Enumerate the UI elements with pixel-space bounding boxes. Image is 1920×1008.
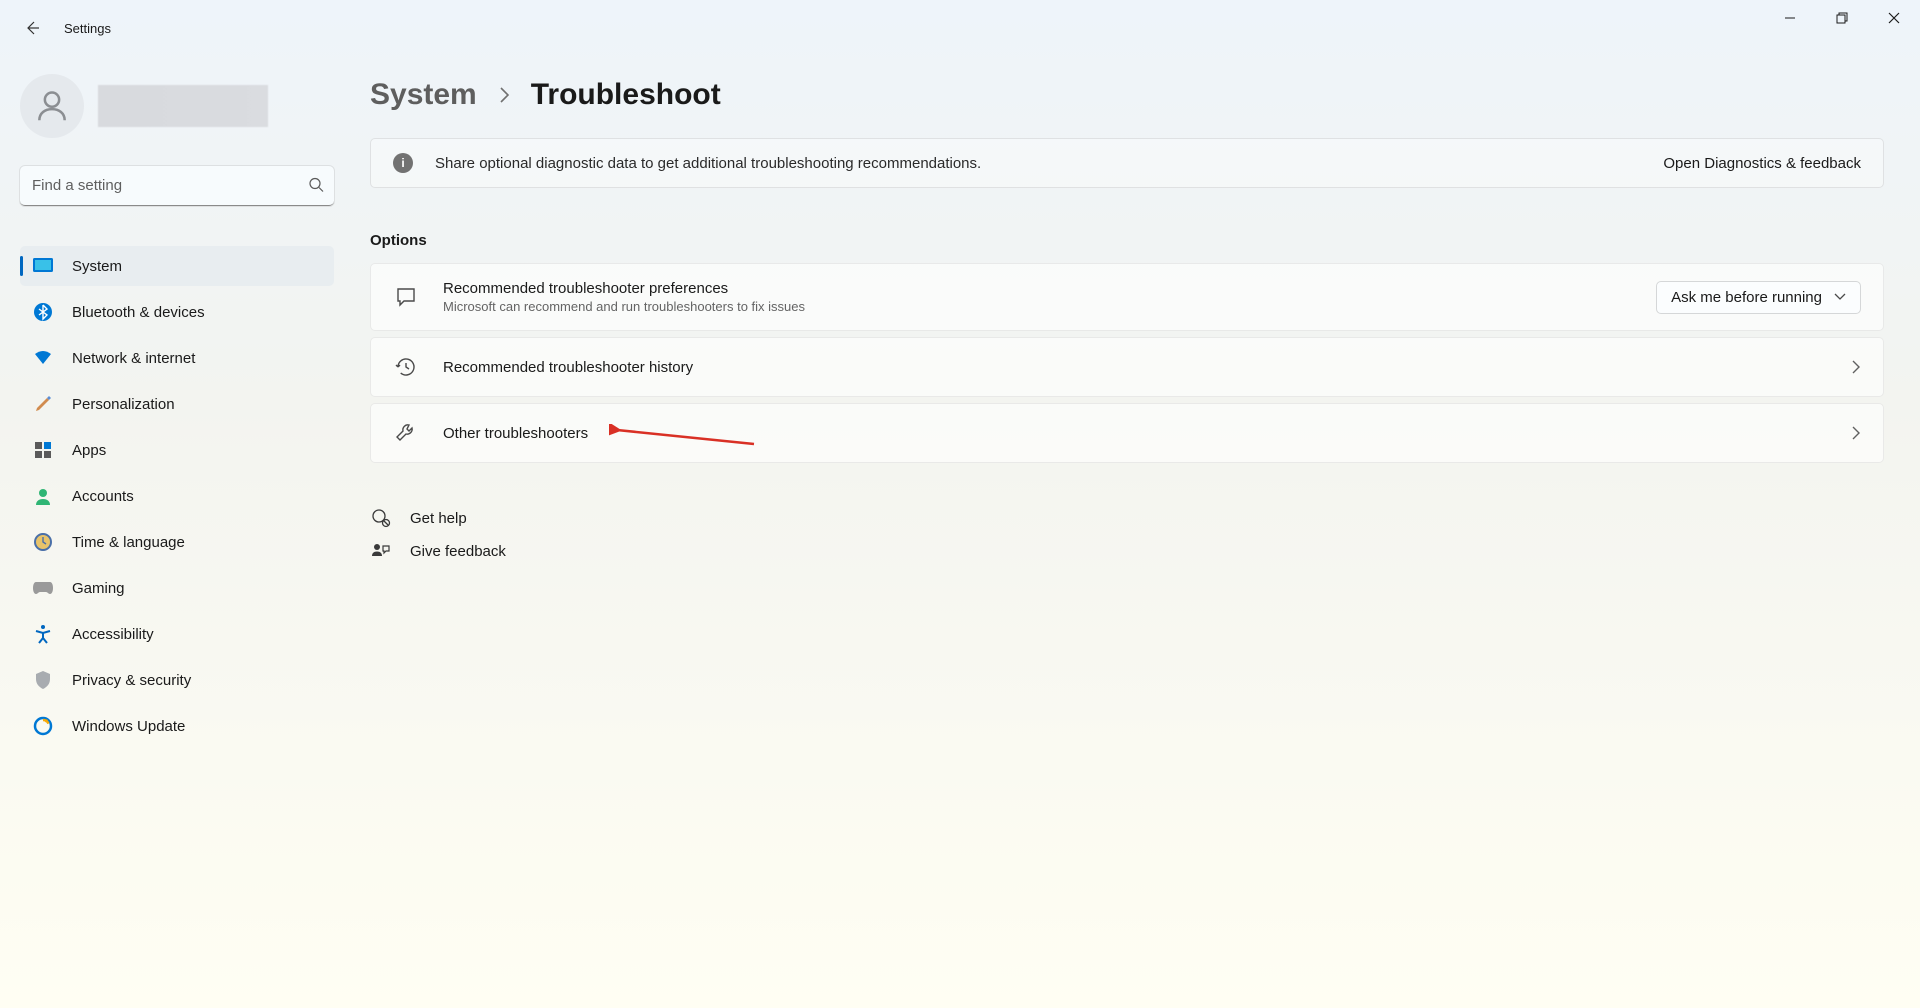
sidebar-item-label: Apps (72, 442, 106, 459)
accessibility-icon (32, 623, 54, 645)
open-diagnostics-link[interactable]: Open Diagnostics & feedback (1663, 155, 1861, 172)
user-name-redacted (98, 85, 268, 127)
system-icon (32, 255, 54, 277)
shield-icon (32, 669, 54, 691)
link-label: Get help (410, 510, 467, 527)
chevron-right-icon (1851, 425, 1861, 441)
sidebar-item-apps[interactable]: Apps (20, 430, 334, 470)
back-button[interactable] (8, 4, 56, 52)
search-icon (308, 177, 324, 196)
wrench-icon (393, 420, 419, 446)
minimize-button[interactable] (1764, 0, 1816, 36)
breadcrumb-current: Troubleshoot (531, 78, 721, 112)
sidebar-item-network[interactable]: Network & internet (20, 338, 334, 378)
bluetooth-icon (32, 301, 54, 323)
sidebar-item-label: Gaming (72, 580, 125, 597)
close-button[interactable] (1868, 0, 1920, 36)
history-icon (393, 354, 419, 380)
breadcrumb: System Troubleshoot (370, 78, 1884, 112)
section-title-options: Options (370, 232, 1884, 249)
card-title: Other troubleshooters (443, 425, 1851, 442)
sidebar-item-label: Time & language (72, 534, 185, 551)
breadcrumb-parent[interactable]: System (370, 78, 477, 112)
clock-globe-icon (32, 531, 54, 553)
maximize-button[interactable] (1816, 0, 1868, 36)
sidebar-item-privacy[interactable]: Privacy & security (20, 660, 334, 700)
chevron-right-icon (1851, 359, 1861, 375)
accounts-icon (32, 485, 54, 507)
sidebar-item-windows-update[interactable]: Windows Update (20, 706, 334, 746)
feedback-icon (370, 542, 392, 560)
apps-icon (32, 439, 54, 461)
close-icon (1888, 12, 1900, 24)
sidebar-item-label: Personalization (72, 396, 175, 413)
sidebar-item-personalization[interactable]: Personalization (20, 384, 334, 424)
avatar (20, 74, 84, 138)
sidebar-item-accounts[interactable]: Accounts (20, 476, 334, 516)
sidebar-item-label: Windows Update (72, 718, 185, 735)
info-icon: i (393, 153, 413, 173)
card-title: Recommended troubleshooter history (443, 359, 1851, 376)
preference-dropdown[interactable]: Ask me before running (1656, 281, 1861, 314)
maximize-icon (1836, 12, 1848, 24)
sidebar-item-label: System (72, 258, 122, 275)
chat-bubble-icon (393, 284, 419, 310)
search-input[interactable] (20, 166, 334, 206)
minimize-icon (1784, 12, 1796, 24)
chevron-down-icon (1834, 293, 1846, 301)
sidebar-item-bluetooth[interactable]: Bluetooth & devices (20, 292, 334, 332)
card-title: Recommended troubleshooter preferences (443, 280, 1656, 297)
window-title: Settings (64, 21, 111, 36)
get-help-link[interactable]: Get help (370, 501, 1884, 535)
wifi-icon (32, 347, 54, 369)
gamepad-icon (32, 577, 54, 599)
dropdown-value: Ask me before running (1671, 289, 1822, 306)
sidebar-nav: System Bluetooth & devices Network & int… (20, 246, 334, 746)
brush-icon (32, 393, 54, 415)
user-profile[interactable] (20, 74, 334, 138)
arrow-left-icon (24, 20, 40, 36)
help-icon (370, 508, 392, 528)
link-label: Give feedback (410, 543, 506, 560)
sidebar-item-label: Accessibility (72, 626, 154, 643)
card-recommended-preferences[interactable]: Recommended troubleshooter preferences M… (370, 263, 1884, 331)
chevron-right-icon (497, 85, 511, 105)
sidebar-item-system[interactable]: System (20, 246, 334, 286)
diagnostics-banner: i Share optional diagnostic data to get … (370, 138, 1884, 188)
give-feedback-link[interactable]: Give feedback (370, 535, 1884, 567)
card-troubleshooter-history[interactable]: Recommended troubleshooter history (370, 337, 1884, 397)
update-icon (32, 715, 54, 737)
sidebar-item-gaming[interactable]: Gaming (20, 568, 334, 608)
sidebar-item-label: Accounts (72, 488, 134, 505)
sidebar-item-time-language[interactable]: Time & language (20, 522, 334, 562)
card-subtitle: Microsoft can recommend and run troubles… (443, 299, 1656, 314)
banner-text: Share optional diagnostic data to get ad… (435, 155, 1663, 172)
sidebar-item-label: Privacy & security (72, 672, 191, 689)
person-icon (33, 87, 71, 125)
card-other-troubleshooters[interactable]: Other troubleshooters (370, 403, 1884, 463)
sidebar-item-label: Network & internet (72, 350, 195, 367)
sidebar-item-label: Bluetooth & devices (72, 304, 205, 321)
sidebar-item-accessibility[interactable]: Accessibility (20, 614, 334, 654)
